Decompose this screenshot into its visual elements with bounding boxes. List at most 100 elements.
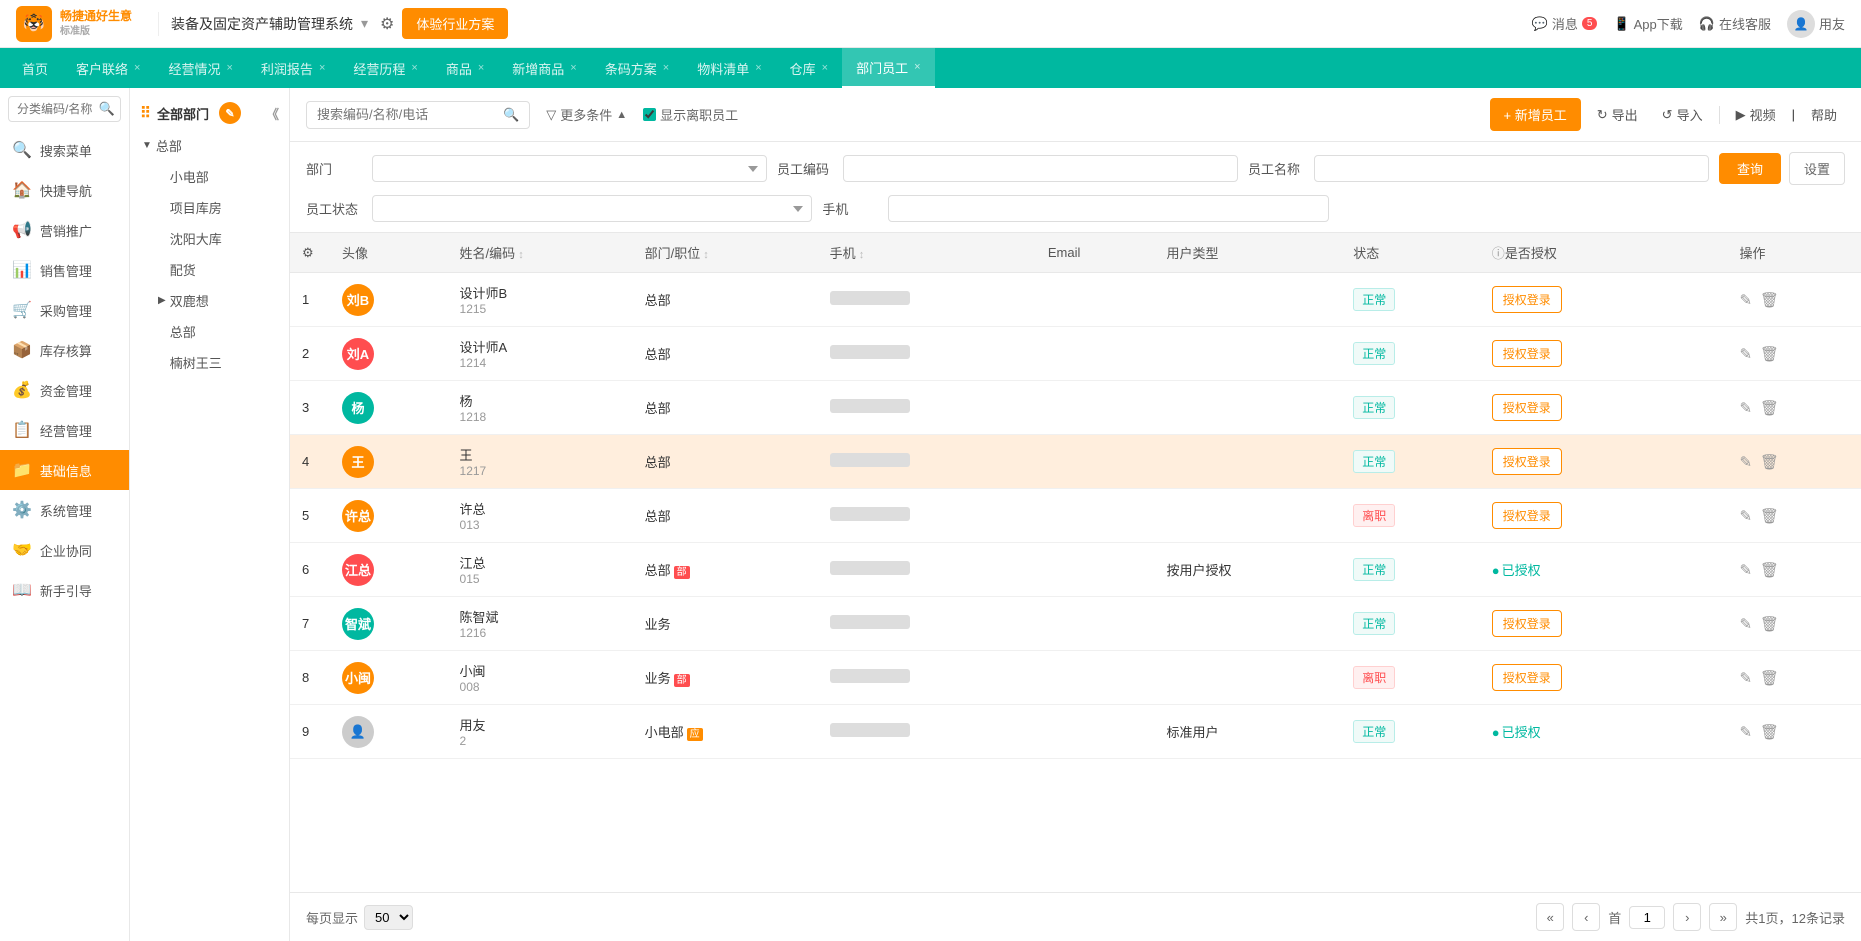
message-button[interactable]: 💬 消息 5 — [1532, 14, 1598, 33]
delete-icon[interactable]: 🗑 — [1760, 561, 1779, 579]
nav-tab-物料清单[interactable]: 物料清单 × — [683, 48, 775, 88]
help-button[interactable]: 帮助 — [1803, 100, 1845, 129]
sidebar-item-资金管理[interactable]: 💰资金管理 — [0, 370, 129, 410]
sidebar-item-基础信息[interactable]: 📁基础信息 — [0, 450, 129, 490]
edit-icon[interactable]: ✎ — [1739, 615, 1752, 633]
show-resigned-checkbox[interactable] — [643, 108, 656, 121]
edit-icon[interactable]: ✎ — [1739, 345, 1752, 363]
settings-icon[interactable]: ⚙ — [302, 245, 314, 260]
sidebar-item-系统管理[interactable]: ⚙️系统管理 — [0, 490, 129, 530]
per-page-select[interactable]: 50 — [364, 905, 413, 930]
delete-icon[interactable]: 🗑 — [1760, 723, 1779, 741]
dept-item[interactable]: ▶楠树王三 — [130, 347, 289, 378]
th-name-code[interactable]: 姓名/编码 — [448, 233, 633, 273]
sidebar-item-企业协同[interactable]: 🤝企业协同 — [0, 530, 129, 570]
export-button[interactable]: ↻ 导出 — [1589, 100, 1646, 129]
tab-close-icon[interactable]: × — [411, 62, 417, 74]
auth-login-button[interactable]: 授权登录 — [1492, 502, 1562, 529]
nav-tab-经营情况[interactable]: 经营情况 × — [154, 48, 246, 88]
dept-filter-select[interactable] — [372, 155, 767, 182]
next-page-button[interactable]: › — [1673, 903, 1701, 931]
tab-close-icon[interactable]: × — [478, 62, 484, 74]
delete-icon[interactable]: 🗑 — [1760, 507, 1779, 525]
nav-tab-仓库[interactable]: 仓库 × — [776, 48, 842, 88]
tab-close-icon[interactable]: × — [914, 61, 920, 73]
tab-close-icon[interactable]: × — [570, 62, 576, 74]
online-service-button[interactable]: 🎧 在线客服 — [1699, 14, 1771, 33]
query-button[interactable]: 查询 — [1719, 153, 1781, 184]
import-button[interactable]: ↺ 导入 — [1654, 100, 1711, 129]
search-submit-icon[interactable]: 🔍 — [503, 107, 519, 123]
dept-item[interactable]: ▶沈阳大库 — [130, 223, 289, 254]
edit-icon[interactable]: ✎ — [1739, 453, 1752, 471]
dept-item[interactable]: ▶总部 — [130, 316, 289, 347]
edit-icon[interactable]: ✎ — [1739, 561, 1752, 579]
nav-tab-新增商品[interactable]: 新增商品 × — [498, 48, 590, 88]
gear-icon[interactable]: ⚙ — [380, 14, 394, 34]
th-phone[interactable]: 手机 — [818, 233, 1036, 273]
nav-tab-首页[interactable]: 首页 — [8, 48, 62, 88]
nav-tab-客户联络[interactable]: 客户联络 × — [62, 48, 154, 88]
tab-close-icon[interactable]: × — [822, 62, 828, 74]
edit-icon[interactable]: ✎ — [1739, 723, 1752, 741]
tab-close-icon[interactable]: × — [663, 62, 669, 74]
search-input[interactable] — [317, 107, 497, 122]
sidebar-item-快捷导航[interactable]: 🏠快捷导航 — [0, 170, 129, 210]
sidebar-item-采购管理[interactable]: 🛒采购管理 — [0, 290, 129, 330]
edit-icon[interactable]: ✎ — [1739, 507, 1752, 525]
trial-button[interactable]: 体验行业方案 — [402, 8, 508, 39]
last-page-button[interactable]: » — [1709, 903, 1737, 931]
add-employee-button[interactable]: + 新增员工 — [1490, 98, 1581, 131]
edit-icon[interactable]: ✎ — [1739, 399, 1752, 417]
page-number-input[interactable] — [1629, 906, 1665, 929]
delete-icon[interactable]: 🗑 — [1760, 453, 1779, 471]
dept-item[interactable]: ▶配货 — [130, 254, 289, 285]
emp-status-filter-select[interactable] — [372, 195, 812, 222]
edit-icon[interactable]: ✎ — [1739, 669, 1752, 687]
nav-tab-商品[interactable]: 商品 × — [432, 48, 498, 88]
more-filters-button[interactable]: ▽ 更多条件 ▲ — [538, 100, 635, 129]
delete-icon[interactable]: 🗑 — [1760, 669, 1779, 687]
prev-page-button[interactable]: ‹ — [1572, 903, 1600, 931]
sidebar-item-库存核算[interactable]: 📦库存核算 — [0, 330, 129, 370]
first-page-button[interactable]: « — [1536, 903, 1564, 931]
dept-item[interactable]: ▶双鹿想 — [130, 285, 289, 316]
tab-close-icon[interactable]: × — [226, 62, 232, 74]
nav-tab-条码方案[interactable]: 条码方案 × — [591, 48, 683, 88]
th-dept-position[interactable]: 部门/职位 — [633, 233, 818, 273]
app-download-button[interactable]: 📱 App下载 — [1613, 14, 1682, 33]
dept-item[interactable]: ▼总部 — [130, 130, 289, 161]
auth-login-button[interactable]: 授权登录 — [1492, 340, 1562, 367]
emp-code-filter-input[interactable] — [843, 155, 1238, 182]
delete-icon[interactable]: 🗑 — [1760, 345, 1779, 363]
auth-login-button[interactable]: 授权登录 — [1492, 394, 1562, 421]
dropdown-arrow-icon[interactable]: ▾ — [361, 15, 368, 32]
dept-item[interactable]: ▶小电部 — [130, 161, 289, 192]
nav-tab-经营历程[interactable]: 经营历程 × — [339, 48, 431, 88]
view-button[interactable]: ▶ 视频 — [1728, 100, 1784, 129]
dept-collapse-icon[interactable]: 《 — [266, 104, 279, 123]
tab-close-icon[interactable]: × — [134, 62, 140, 74]
delete-icon[interactable]: 🗑 — [1760, 291, 1779, 309]
delete-icon[interactable]: 🗑 — [1760, 615, 1779, 633]
auth-login-button[interactable]: 授权登录 — [1492, 610, 1562, 637]
sidebar-item-搜索菜单[interactable]: 🔍搜索菜单 — [0, 130, 129, 170]
nav-tab-部门员工[interactable]: 部门员工 × — [842, 48, 934, 88]
emp-name-filter-input[interactable] — [1314, 155, 1709, 182]
auth-login-button[interactable]: 授权登录 — [1492, 664, 1562, 691]
tab-close-icon[interactable]: × — [755, 62, 761, 74]
dept-item[interactable]: ▶项目库房 — [130, 192, 289, 223]
sidebar-item-新手引导[interactable]: 📖新手引导 — [0, 570, 129, 610]
sidebar-item-经营管理[interactable]: 📋经营管理 — [0, 410, 129, 450]
set-button[interactable]: 设置 — [1789, 152, 1845, 185]
phone-filter-input[interactable] — [888, 195, 1328, 222]
delete-icon[interactable]: 🗑 — [1760, 399, 1779, 417]
show-resigned-checkbox-label[interactable]: 显示离职员工 — [643, 105, 738, 124]
auth-login-button[interactable]: 授权登录 — [1492, 286, 1562, 313]
dept-edit-icon[interactable]: ✎ — [219, 102, 241, 124]
nav-tab-利润报告[interactable]: 利润报告 × — [247, 48, 339, 88]
th-settings[interactable]: ⚙ — [290, 233, 330, 273]
user-area[interactable]: 👤 用友 — [1787, 10, 1845, 38]
edit-icon[interactable]: ✎ — [1739, 291, 1752, 309]
tab-close-icon[interactable]: × — [319, 62, 325, 74]
